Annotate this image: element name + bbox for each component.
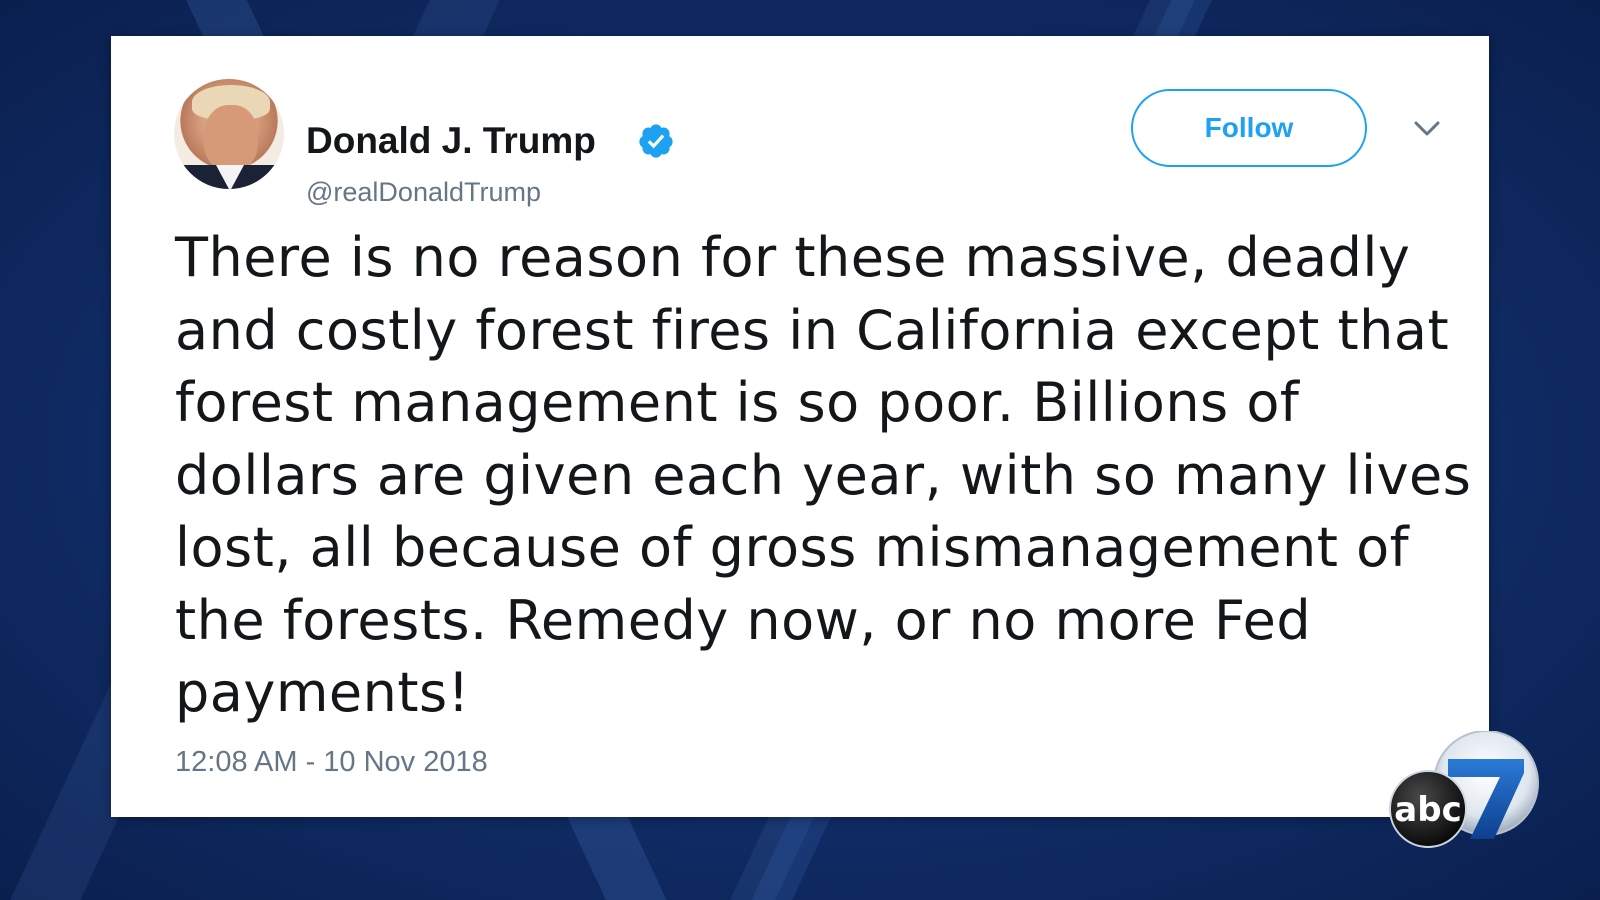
tweet-text-line: lost, all because of gross mismanagement… xyxy=(175,516,1410,579)
author-name[interactable]: Donald J. Trump xyxy=(306,122,596,159)
tweet-text-line: dollars are given each year, with so man… xyxy=(175,443,1472,507)
tweet-timestamp[interactable]: 12:08 AM - 10 Nov 2018 xyxy=(175,748,488,777)
tweet-text-line: forest management is so poor. Billions o… xyxy=(175,371,1300,434)
tweet-text: There is no reason for these massive, de… xyxy=(175,222,1472,730)
avatar-face xyxy=(204,105,258,171)
follow-button[interactable]: Follow xyxy=(1131,89,1367,167)
abc7-logo: abc 7 xyxy=(1386,731,1539,848)
chevron-down-icon[interactable] xyxy=(1411,116,1443,140)
tweet-text-line: There is no reason for these massive, de… xyxy=(175,226,1411,289)
abc-logo-text: abc xyxy=(1394,790,1461,830)
tweet-text-line: payments! xyxy=(175,661,470,724)
tweet-card: Donald J. Trump @realDonaldTrump Follow … xyxy=(111,36,1539,848)
avatar[interactable] xyxy=(174,79,284,189)
seven-logo-text: 7 xyxy=(1386,731,1387,732)
tweet-text-line: and costly forest fires in California ex… xyxy=(175,298,1450,362)
author-handle[interactable]: @realDonaldTrump xyxy=(306,179,541,206)
verified-badge-icon xyxy=(639,124,673,158)
tweet-text-line: the forests. Remedy now, or no more Fed xyxy=(175,588,1312,652)
